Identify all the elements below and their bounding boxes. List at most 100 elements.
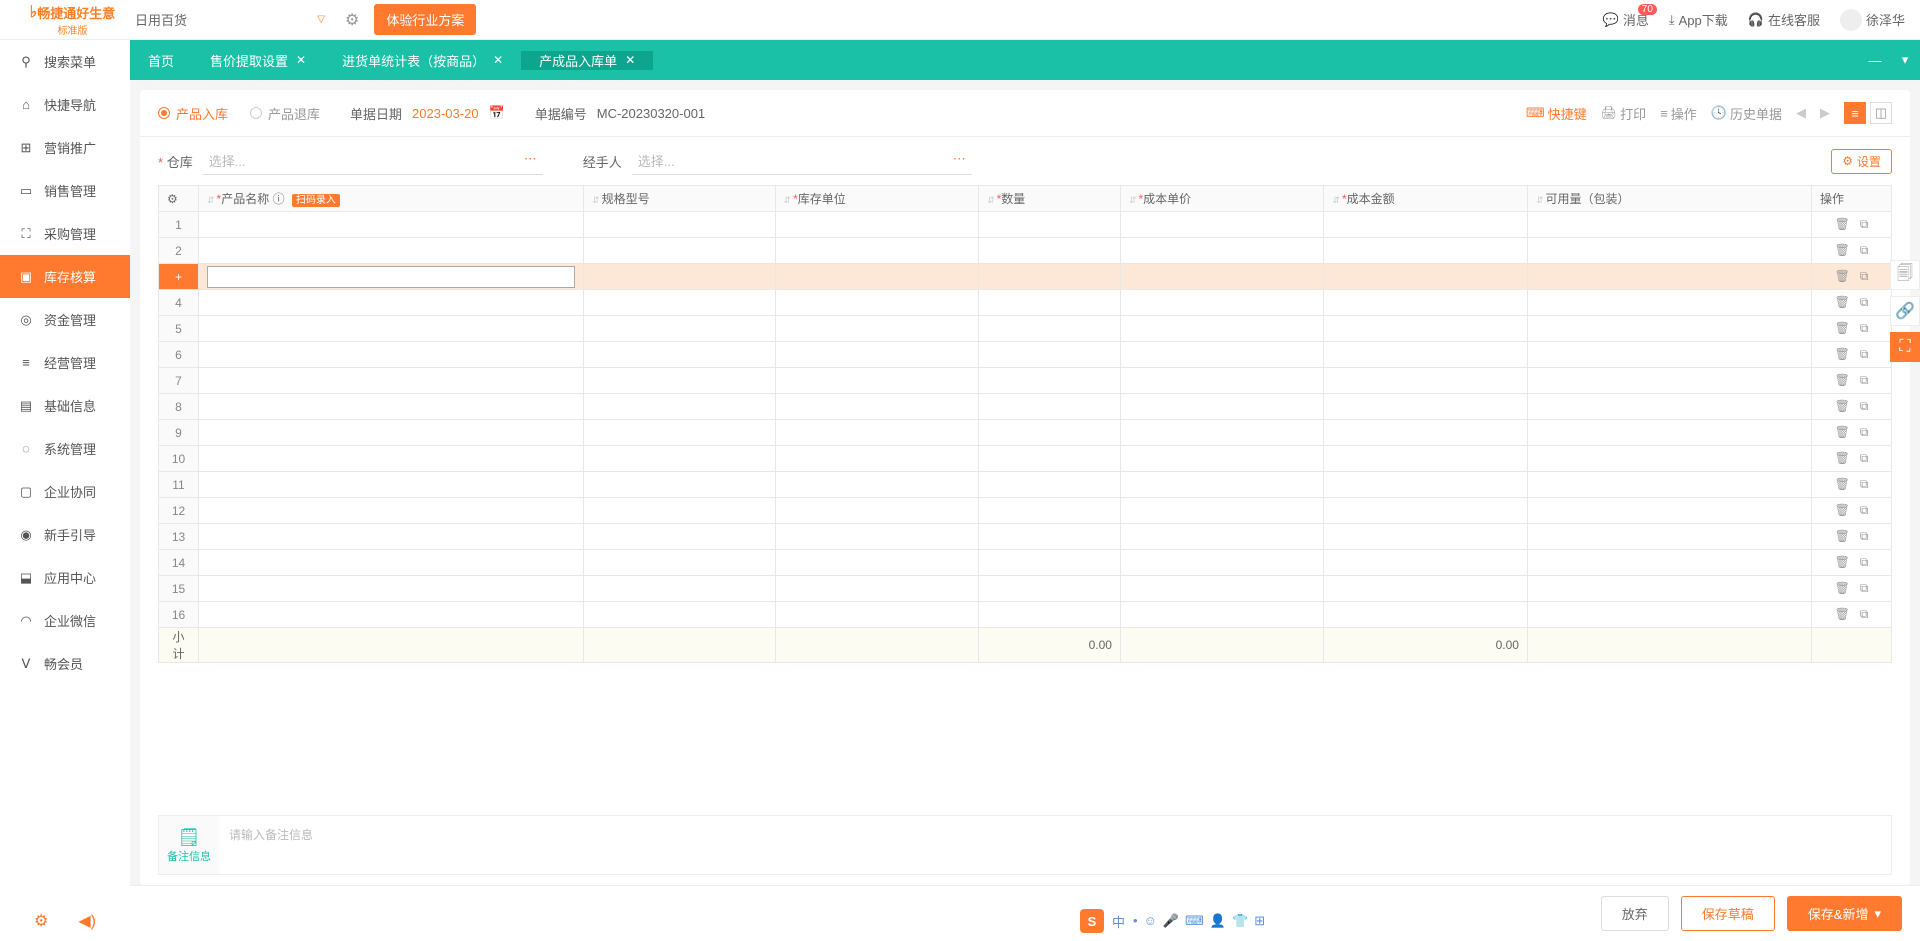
gear-icon[interactable]: ⚙ — [345, 10, 359, 30]
tab-0[interactable]: 首页 — [130, 51, 192, 70]
online-service-link[interactable]: 🎧 在线客服 — [1748, 10, 1820, 29]
sidebar-item-14[interactable]: Ⅴ畅会员 — [0, 642, 130, 685]
delete-row-icon[interactable]: 🗑 — [1835, 581, 1850, 596]
sidebar-item-7[interactable]: ≡经营管理 — [0, 341, 130, 384]
delete-row-icon[interactable]: 🗑 — [1835, 529, 1850, 544]
promo-button[interactable]: 体验行业方案 — [374, 4, 476, 35]
float-expand-button[interactable]: ⛶ — [1890, 332, 1920, 362]
save-new-button[interactable]: 保存&新增▾ — [1787, 896, 1902, 931]
radio-product-out[interactable] — [250, 107, 262, 119]
product-name-input[interactable] — [207, 266, 575, 288]
float-note-button[interactable]: 🗐 — [1890, 260, 1920, 290]
calendar-icon[interactable]: 📅 — [489, 105, 505, 121]
table-row[interactable]: 2🗑⧉ — [159, 238, 1892, 264]
delete-row-icon[interactable]: 🗑 — [1835, 399, 1850, 414]
sidebar-item-2[interactable]: ⊞营销推广 — [0, 126, 130, 169]
collapse-icon[interactable]: ◀) — [78, 911, 96, 931]
org-selector[interactable]: 日用百货 ▽ — [130, 5, 330, 34]
handler-select[interactable]: 选择... ⋯ — [632, 147, 972, 175]
delete-row-icon[interactable]: 🗑 — [1835, 607, 1850, 622]
print-link[interactable]: 🖨 打印 — [1601, 104, 1647, 123]
table-row[interactable]: 10🗑⧉ — [159, 446, 1892, 472]
delete-row-icon[interactable]: 🗑 — [1835, 347, 1850, 362]
ime-logo-icon[interactable]: S — [1080, 909, 1104, 933]
history-link[interactable]: 🕓 历史单据 — [1711, 104, 1782, 123]
ime-icon-2[interactable]: ☺ — [1144, 913, 1157, 929]
shortcut-link[interactable]: ⌨ 快捷键 — [1526, 104, 1587, 123]
copy-row-icon[interactable]: ⧉ — [1860, 451, 1869, 466]
copy-row-icon[interactable]: ⧉ — [1860, 581, 1869, 596]
settings-button[interactable]: ⚙ 设置 — [1831, 149, 1892, 174]
ime-icon-5[interactable]: 👤 — [1210, 913, 1226, 929]
copy-row-icon[interactable]: ⧉ — [1860, 529, 1869, 544]
delete-row-icon[interactable]: 🗑 — [1835, 555, 1850, 570]
view-list-button[interactable]: ≡ — [1844, 102, 1866, 124]
sidebar-item-1[interactable]: ⌂快捷导航 — [0, 83, 130, 126]
table-row[interactable]: 4🗑⧉ — [159, 290, 1892, 316]
tab-close-icon[interactable]: ✕ — [296, 53, 306, 67]
ime-icon-4[interactable]: ⌨ — [1185, 913, 1204, 929]
tab-3[interactable]: 产成品入库单✕ — [521, 51, 653, 70]
table-row[interactable]: 6🗑⧉ — [159, 342, 1892, 368]
date-value[interactable]: 2023-03-20 — [412, 106, 479, 121]
save-draft-button[interactable]: 保存草稿 — [1681, 896, 1775, 931]
view-card-button[interactable]: ◫ — [1870, 102, 1892, 124]
col-spec[interactable]: ⇵规格型号 — [584, 186, 776, 212]
ime-icon-6[interactable]: 👕 — [1232, 913, 1248, 929]
discard-button[interactable]: 放弃 — [1601, 896, 1669, 931]
sidebar-item-13[interactable]: ◠企业微信 — [0, 599, 130, 642]
copy-row-icon[interactable]: ⧉ — [1860, 477, 1869, 492]
sidebar-item-10[interactable]: ▢企业协同 — [0, 470, 130, 513]
nav-next-icon[interactable]: ▶ — [1820, 105, 1830, 121]
col-product-name[interactable]: ⇵*产品名称 ⓘ 扫码录入 — [199, 186, 584, 212]
delete-row-icon[interactable]: 🗑 — [1835, 269, 1850, 284]
tab-minimize-button[interactable]: — — [1860, 40, 1890, 80]
sidebar-item-5[interactable]: ▣库存核算 — [0, 255, 130, 298]
sidebar-item-8[interactable]: ▤基础信息 — [0, 384, 130, 427]
sidebar-item-4[interactable]: ⛶采购管理 — [0, 212, 130, 255]
app-download-link[interactable]: ⤓ App下载 — [1669, 10, 1728, 29]
tab-1[interactable]: 售价提取设置✕ — [192, 51, 324, 70]
sidebar-item-0[interactable]: ⚲搜索菜单 — [0, 40, 130, 83]
copy-row-icon[interactable]: ⧉ — [1860, 373, 1869, 388]
table-row[interactable]: 14🗑⧉ — [159, 550, 1892, 576]
copy-row-icon[interactable]: ⧉ — [1860, 555, 1869, 570]
settings-gear-icon[interactable]: ⚙ — [34, 911, 48, 931]
ime-icon-1[interactable]: • — [1133, 913, 1138, 929]
messages-link[interactable]: 💬 消息 70 — [1603, 10, 1649, 29]
delete-row-icon[interactable]: 🗑 — [1835, 321, 1850, 336]
copy-row-icon[interactable]: ⧉ — [1860, 321, 1869, 336]
col-unit[interactable]: ⇵*库存单位 — [775, 186, 979, 212]
table-row[interactable]: 5🗑⧉ — [159, 316, 1892, 342]
col-available[interactable]: ⇵可用量（包装） — [1527, 186, 1811, 212]
sidebar-item-12[interactable]: ⬓应用中心 — [0, 556, 130, 599]
tab-dropdown-button[interactable]: ▾ — [1890, 40, 1920, 80]
table-row[interactable]: 8🗑⧉ — [159, 394, 1892, 420]
copy-row-icon[interactable]: ⧉ — [1860, 295, 1869, 310]
tab-close-icon[interactable]: ✕ — [493, 53, 503, 67]
sidebar-item-9[interactable]: ◌系统管理 — [0, 427, 130, 470]
radio-product-in[interactable] — [158, 107, 170, 119]
delete-row-icon[interactable]: 🗑 — [1835, 373, 1850, 388]
copy-row-icon[interactable]: ⧉ — [1860, 269, 1869, 284]
tab-2[interactable]: 进货单统计表（按商品）✕ — [324, 51, 521, 70]
table-row[interactable]: 13🗑⧉ — [159, 524, 1892, 550]
sidebar-item-6[interactable]: ◎资金管理 — [0, 298, 130, 341]
table-row[interactable]: 16🗑⧉ — [159, 602, 1892, 628]
table-row[interactable]: 9🗑⧉ — [159, 420, 1892, 446]
delete-row-icon[interactable]: 🗑 — [1835, 451, 1850, 466]
ime-lang[interactable]: 中 — [1112, 912, 1125, 931]
delete-row-icon[interactable]: 🗑 — [1835, 425, 1850, 440]
delete-row-icon[interactable]: 🗑 — [1835, 295, 1850, 310]
ime-icon-3[interactable]: 🎤 — [1163, 913, 1179, 929]
delete-row-icon[interactable]: 🗑 — [1835, 503, 1850, 518]
copy-row-icon[interactable]: ⧉ — [1860, 347, 1869, 362]
delete-row-icon[interactable]: 🗑 — [1835, 217, 1850, 232]
table-row[interactable]: 11🗑⧉ — [159, 472, 1892, 498]
copy-row-icon[interactable]: ⧉ — [1860, 217, 1869, 232]
sidebar-item-3[interactable]: ▭销售管理 — [0, 169, 130, 212]
operate-link[interactable]: ≡ 操作 — [1660, 104, 1697, 123]
copy-row-icon[interactable]: ⧉ — [1860, 607, 1869, 622]
remarks-input[interactable]: 请输入备注信息 — [219, 816, 1891, 874]
float-link-button[interactable]: 🔗 — [1890, 296, 1920, 326]
